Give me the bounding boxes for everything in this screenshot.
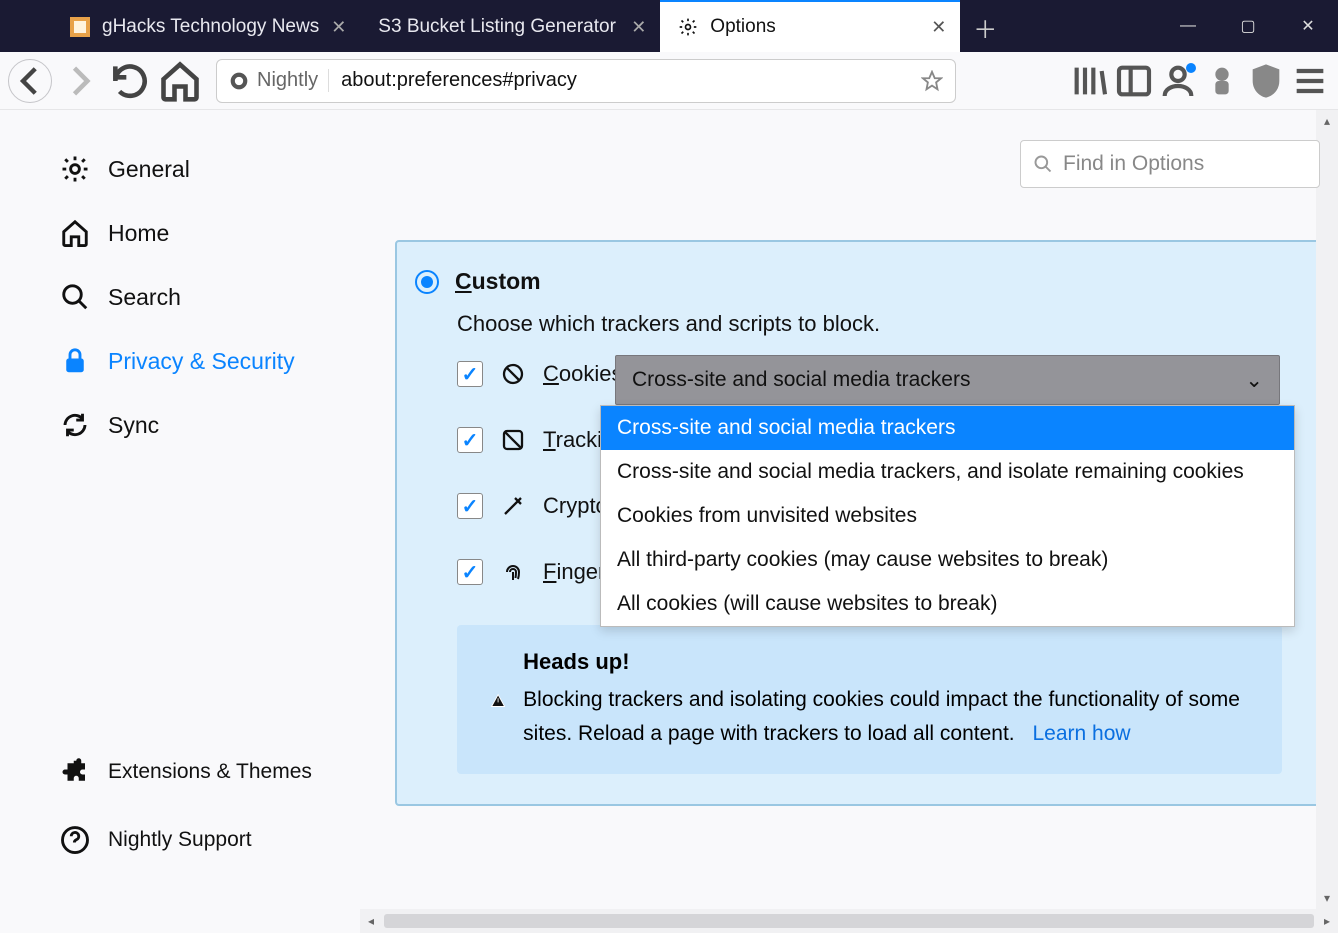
firefox-icon [229,71,249,91]
minimize-button[interactable]: — [1158,0,1218,52]
sync-icon [60,410,90,440]
scroll-up-icon[interactable]: ▴ [1316,110,1338,132]
dropdown-option[interactable]: All third-party cookies (may cause websi… [601,538,1294,582]
cryptominer-icon [501,494,525,518]
cookies-label: Cookies [543,361,622,387]
checkbox-icon[interactable]: ✓ [457,559,483,585]
tab-s3[interactable]: S3 Bucket Listing Generator ✕ [360,2,660,52]
lock-icon [60,346,90,376]
sidebar-item-general[interactable]: General [60,140,395,198]
crypto-label: Crypto [543,493,608,519]
sidebar-icon[interactable] [1114,61,1154,101]
sidebar-item-label: Nightly Support [108,828,252,852]
sidebar-item-label: General [108,156,190,183]
puzzle-icon [60,757,90,787]
titlebar: gHacks Technology News ✕ S3 Bucket Listi… [0,0,1338,52]
checkbox-icon[interactable]: ✓ [457,361,483,387]
tab-label: S3 Bucket Listing Generator [378,16,616,38]
sidebar-item-search[interactable]: Search [60,268,395,326]
sidebar-item-label: Extensions & Themes [108,760,312,784]
tab-label: Options [710,16,775,38]
sidebar-item-home[interactable]: Home [60,204,395,262]
checkbox-icon[interactable]: ✓ [457,493,483,519]
reload-button[interactable] [108,59,152,103]
sidebar-item-privacy-security[interactable]: Privacy & Security [60,332,395,390]
tracking-icon [501,428,525,452]
radio-icon [415,270,439,294]
sidebar-item-nightly-support[interactable]: Nightly Support [60,811,395,869]
identity-label: Nightly [257,69,318,92]
close-window-button[interactable]: ✕ [1278,0,1338,52]
library-icon[interactable] [1070,61,1110,101]
scroll-down-icon[interactable]: ▾ [1316,887,1338,909]
search-placeholder: Find in Options [1063,152,1204,176]
checkbox-icon[interactable]: ✓ [457,427,483,453]
cookies-dropdown: Cross-site and social media trackers Cro… [600,405,1295,627]
preferences-sidebar: General Home Search Privacy & Security S… [0,110,395,909]
search-icon [60,282,90,312]
cookies-select[interactable]: Cross-site and social media trackers ⌄ [615,355,1280,405]
cookie-blocked-icon [501,362,525,386]
sidebar-item-label: Privacy & Security [108,348,295,375]
forward-button[interactable] [58,59,102,103]
sidebar-item-label: Home [108,220,169,247]
dropdown-option[interactable]: All cookies (will cause websites to brea… [601,582,1294,626]
fingerprint-icon [501,560,525,584]
find-in-options-input[interactable]: Find in Options [1020,140,1320,188]
learn-how-link[interactable]: Learn how [1032,722,1130,745]
dropdown-option[interactable]: Cookies from unvisited websites [601,494,1294,538]
vertical-scrollbar[interactable]: ▴ ▾ [1316,110,1338,909]
close-icon[interactable]: ✕ [631,17,646,38]
scrollbar-thumb[interactable] [384,914,1314,928]
ublock-icon[interactable] [1246,61,1286,101]
custom-title: Custom [455,268,541,295]
gear-icon [678,17,698,37]
help-icon [60,825,90,855]
new-tab-button[interactable]: ＋ [960,2,1010,52]
identity-box[interactable]: Nightly [229,69,329,92]
search-icon [1033,154,1053,174]
extension-icon-1[interactable] [1202,61,1242,101]
maximize-button[interactable]: ▢ [1218,0,1278,52]
close-icon[interactable]: ✕ [931,17,946,38]
back-button[interactable] [8,59,52,103]
dropdown-option[interactable]: Cross-site and social media trackers, an… [601,450,1294,494]
notice-title: Heads up! [523,649,1248,675]
bookmark-star-icon[interactable] [921,70,943,92]
url-text: about:preferences#privacy [341,69,909,92]
chevron-down-icon: ⌄ [1245,368,1263,393]
custom-radio[interactable]: Custom [415,268,1282,295]
tab-options[interactable]: Options ✕ [660,0,960,52]
tab-label: gHacks Technology News [102,16,319,38]
custom-description: Choose which trackers and scripts to blo… [457,311,1282,337]
gear-icon [60,154,90,184]
hamburger-menu-icon[interactable] [1290,61,1330,101]
scroll-left-icon[interactable]: ◂ [360,914,382,928]
url-bar[interactable]: Nightly about:preferences#privacy [216,59,956,103]
notice-text: Blocking trackers and isolating cookies … [523,683,1248,750]
account-icon[interactable] [1158,61,1198,101]
sidebar-item-sync[interactable]: Sync [60,396,395,454]
sidebar-item-label: Sync [108,412,159,439]
nav-toolbar: Nightly about:preferences#privacy [0,52,1338,110]
heads-up-notice: Heads up! Blocking trackers and isolatin… [457,625,1282,774]
select-value: Cross-site and social media trackers [632,368,970,392]
sidebar-item-extensions-themes[interactable]: Extensions & Themes [60,743,395,801]
home-icon [60,218,90,248]
favicon-ghacks [70,17,90,37]
close-icon[interactable]: ✕ [331,17,346,38]
warning-icon [491,651,505,750]
tab-ghacks[interactable]: gHacks Technology News ✕ [0,2,360,52]
window-controls: — ▢ ✕ [1158,0,1338,52]
dropdown-option[interactable]: Cross-site and social media trackers [601,406,1294,450]
sidebar-item-label: Search [108,284,181,311]
horizontal-scrollbar[interactable]: ◂ ▸ [360,909,1338,933]
home-button[interactable] [158,59,202,103]
scroll-right-icon[interactable]: ▸ [1316,914,1338,928]
